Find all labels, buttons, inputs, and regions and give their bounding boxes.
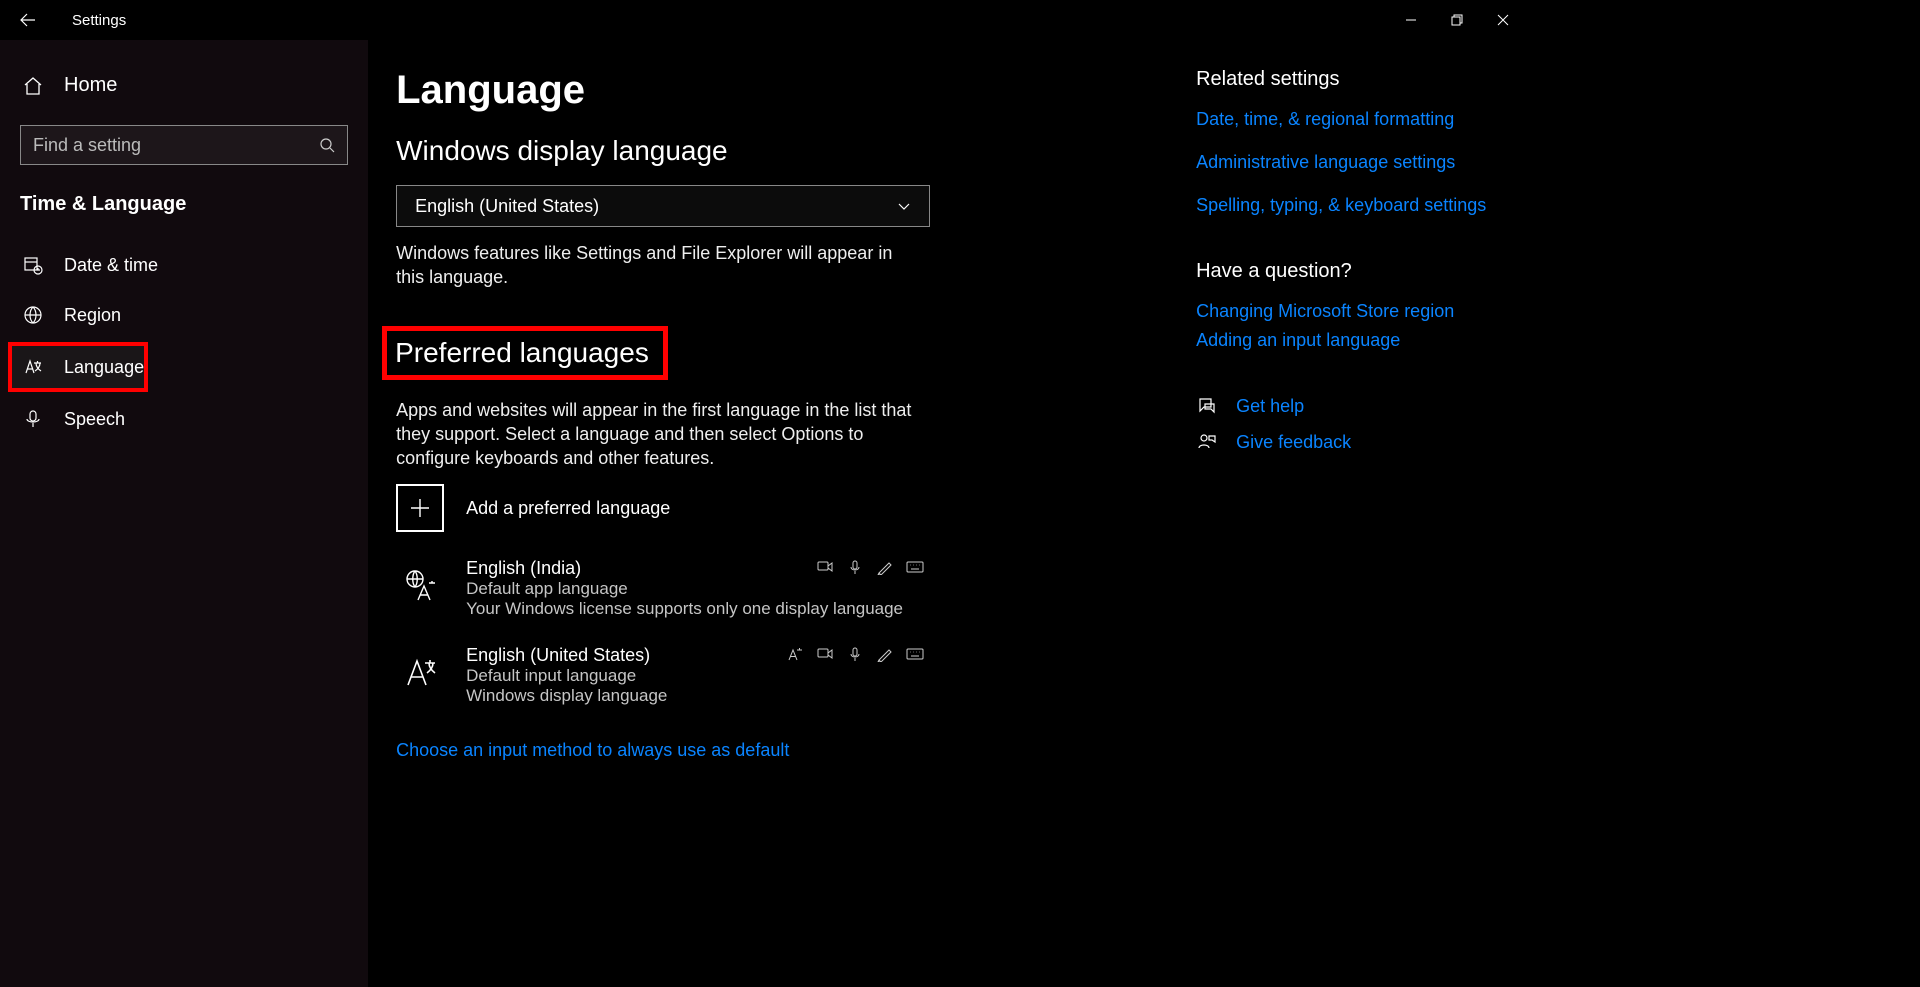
choose-input-link[interactable]: Choose an input method to always use as … [396,740,1156,761]
main-column: Language Windows display language Englis… [396,68,1156,987]
nav-list: Date & time Region [0,240,368,444]
question-link-0[interactable]: Changing Microsoft Store region [1196,301,1506,322]
page-title: Language [396,68,1156,113]
nav-label: Date & time [64,255,158,276]
content-area: Home Time & Language [0,40,1526,987]
sidebar: Home Time & Language [0,40,368,987]
sidebar-item-date-time[interactable]: Date & time [0,240,368,290]
language-letter-icon [396,649,444,697]
related-link-0[interactable]: Date, time, & regional formatting [1196,109,1506,130]
have-question-heading: Have a question? [1196,260,1506,283]
calendar-clock-icon [22,254,44,276]
language-sub2: Windows display language [466,686,667,706]
tts-icon [816,558,834,576]
related-link-1[interactable]: Administrative language settings [1196,152,1506,173]
language-sub1: Default input language [466,666,667,686]
sidebar-item-region[interactable]: Region [0,290,368,340]
search-wrap [20,125,348,165]
language-pack-icon [396,562,444,610]
keyboard-icon [906,558,924,576]
display-language-select[interactable]: English (United States) [396,185,930,227]
globe-icon [22,304,44,326]
chevron-down-icon [897,199,911,213]
language-name: English (United States) [466,645,667,666]
related-link-2[interactable]: Spelling, typing, & keyboard settings [1196,195,1506,216]
side-column: Related settings Date, time, & regional … [1196,68,1506,987]
search-box[interactable] [20,125,348,165]
home-label: Home [64,74,117,97]
titlebar-left: Settings [12,4,126,36]
window-controls [1388,4,1526,36]
handwriting-icon [876,558,894,576]
minimize-button[interactable] [1388,4,1434,36]
settings-window: Settings Home [0,0,1526,987]
sidebar-section-header: Time & Language [0,165,368,226]
language-sub2: Your Windows license supports only one d… [466,599,903,619]
language-badges [786,645,924,663]
speech-icon [846,558,864,576]
preferred-languages-section: Preferred languages Apps and websites wi… [396,326,1156,762]
close-button[interactable] [1480,4,1526,36]
support-group: Get help Give feedback [1196,395,1506,453]
window-title: Settings [72,12,126,29]
language-badges [816,558,924,576]
get-help-link: Get help [1236,396,1304,417]
chat-icon [1196,395,1218,417]
maximize-button[interactable] [1434,4,1480,36]
related-settings-group: Related settings Date, time, & regional … [1196,68,1506,216]
speech-icon [846,645,864,663]
nav-label: Speech [64,409,125,430]
preferred-languages-desc: Apps and websites will appear in the fir… [396,398,916,471]
give-feedback-link: Give feedback [1236,432,1351,453]
language-icon [22,356,44,378]
have-question-group: Have a question? Changing Microsoft Stor… [1196,260,1506,351]
preferred-languages-heading: Preferred languages [382,326,668,380]
language-item-1[interactable]: English (United States) Default input la… [396,645,930,706]
keyboard-icon [906,645,924,663]
mic-icon [22,408,44,430]
search-icon [319,137,335,153]
feedback-icon [1196,431,1218,453]
related-settings-heading: Related settings [1196,68,1506,91]
handwriting-icon [876,645,894,663]
sidebar-item-language[interactable]: Language [8,342,148,392]
titlebar: Settings [0,0,1526,40]
tts-icon [816,645,834,663]
sidebar-home[interactable]: Home [0,64,368,107]
language-sub1: Default app language [466,579,903,599]
add-language-label: Add a preferred language [466,498,670,519]
home-icon [22,75,44,97]
language-item-0[interactable]: English (India) Default app language You… [396,558,930,619]
search-input[interactable] [33,135,319,156]
add-language-button[interactable]: Add a preferred language [396,484,1156,532]
language-item-text: English (United States) Default input la… [466,645,667,706]
get-help-row[interactable]: Get help [1196,395,1506,417]
sidebar-item-speech[interactable]: Speech [0,394,368,444]
display-lang-icon [786,645,804,663]
question-link-1[interactable]: Adding an input language [1196,330,1506,351]
nav-label: Region [64,305,121,326]
nav-label: Language [64,357,144,378]
main: Language Windows display language Englis… [368,40,1546,987]
back-button[interactable] [12,4,44,36]
display-language-heading: Windows display language [396,135,1156,167]
display-language-value: English (United States) [415,196,599,217]
give-feedback-row[interactable]: Give feedback [1196,431,1506,453]
plus-icon [396,484,444,532]
display-language-desc: Windows features like Settings and File … [396,241,916,290]
